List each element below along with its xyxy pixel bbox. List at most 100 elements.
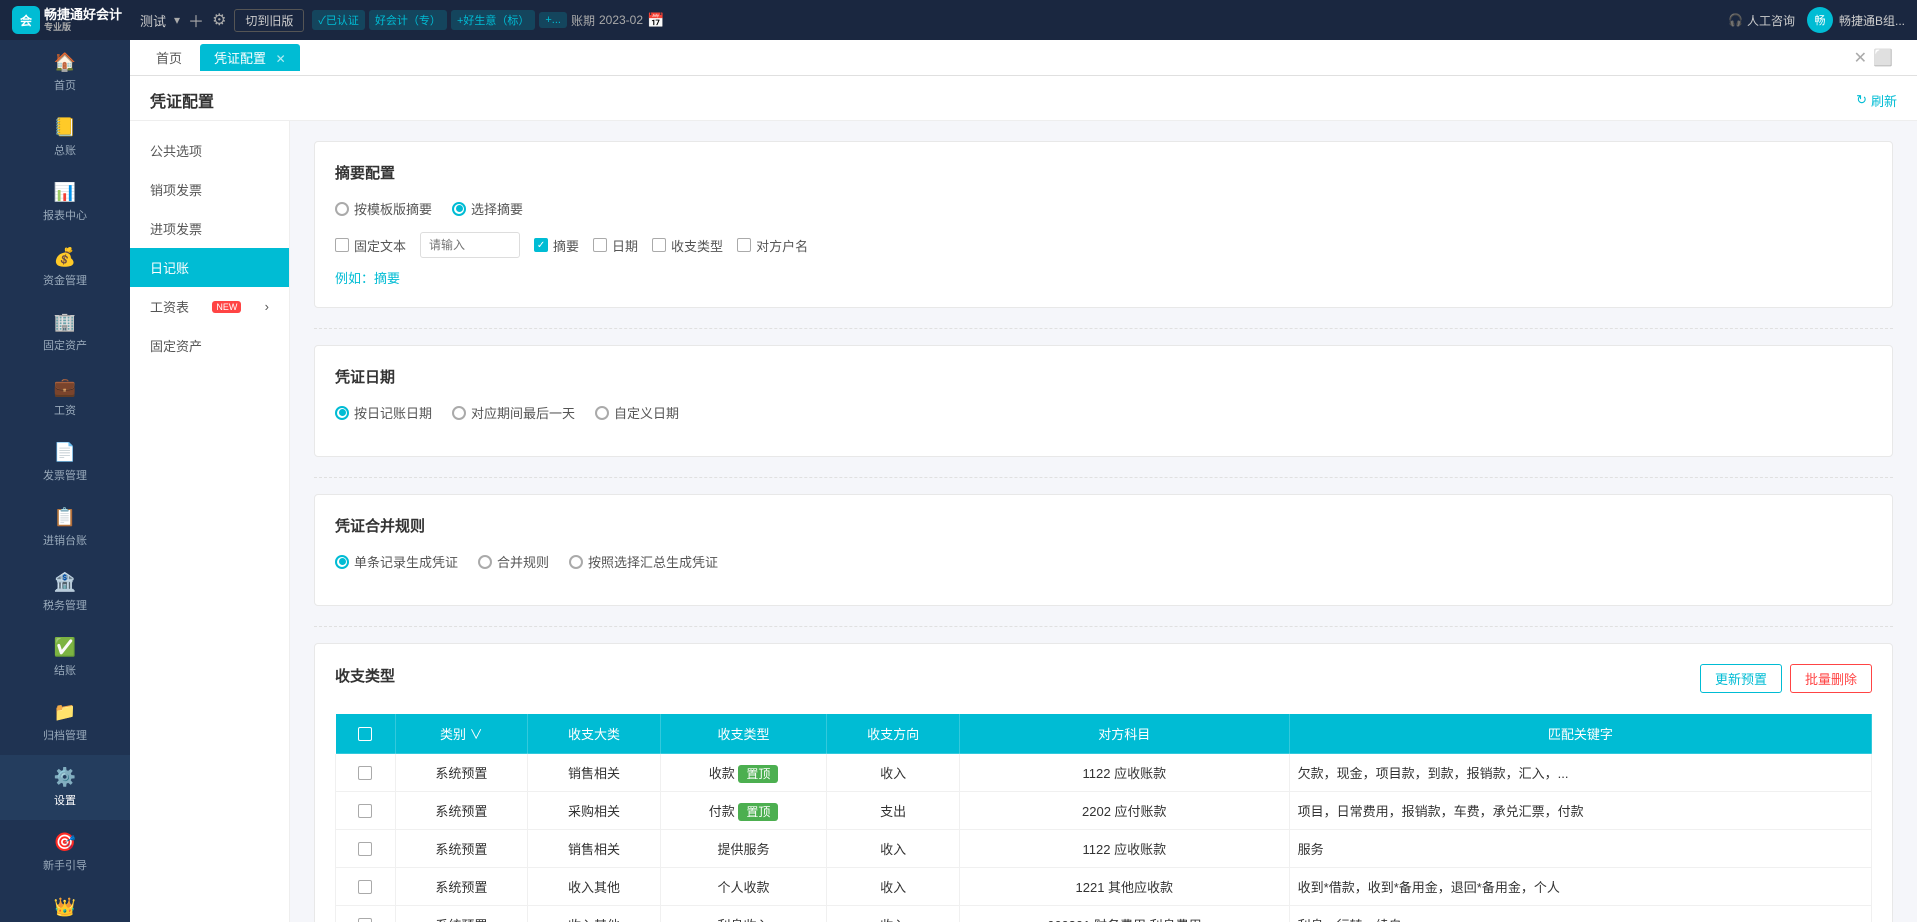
sidebar-item-archive[interactable]: 📁 归档管理 [0, 690, 130, 755]
dropdown-arrow-icon[interactable]: ▾ [174, 13, 180, 27]
sidebar-item-ledger[interactable]: 📒 总账 [0, 105, 130, 170]
row-category-1: 系统预置 [395, 792, 528, 830]
checkbox-fixed-text[interactable]: 固定文本 [335, 236, 406, 255]
row-category-2: 系统预置 [395, 830, 528, 868]
row-direction-2: 收入 [827, 830, 960, 868]
divider-1 [314, 328, 1893, 329]
row-checkbox-1[interactable] [358, 804, 372, 818]
summary-radio-select[interactable]: 选择摘要 [452, 199, 523, 218]
radio-summary-gen-label: 按照选择汇总生成凭证 [588, 552, 718, 571]
refresh-label: 刷新 [1871, 91, 1897, 110]
table-body: 系统预置 销售相关 收款 置顶 收入 1122 应收账款 欠款，现金，项目款，到… [336, 754, 1872, 922]
sidebar-item-member[interactable]: 👑 畅会员 [0, 885, 130, 922]
topbar-tags: ✓已认证 好会计（专） +好生意（标） +... 账期 2023-02 📅 [312, 10, 664, 30]
sidebar-item-settings[interactable]: ⚙️ 设置 [0, 755, 130, 820]
left-nav-sales-label: 销项发票 [150, 180, 202, 199]
radio-journal-dot [335, 406, 349, 420]
row-checkbox-cell [336, 868, 396, 906]
refresh-button[interactable]: ↻ 刷新 [1856, 91, 1897, 110]
voucher-date-section: 凭证日期 按日记账日期 对应期间最后一天 [314, 345, 1893, 457]
tab-voucher-config[interactable]: 凭证配置 ✕ [200, 44, 300, 71]
radio-summary-gen[interactable]: 按照选择汇总生成凭证 [569, 552, 718, 571]
settings-icon[interactable]: ⚙ [212, 10, 226, 30]
radio-period-last[interactable]: 对应期间最后一天 [452, 403, 575, 422]
left-nav-fixed-assets[interactable]: 固定资产 [130, 326, 289, 365]
left-nav-sales[interactable]: 销项发票 [130, 170, 289, 209]
row-counterpart-3: 1221 其他应收款 [959, 868, 1289, 906]
row-checkbox-4[interactable] [358, 918, 372, 922]
fixed-text-checkbox [335, 238, 349, 252]
income-expense-title: 收支类型 [335, 665, 395, 686]
checkbox-summary[interactable]: ✓ 摘要 [534, 236, 579, 255]
left-nav-public[interactable]: 公共选项 [130, 131, 289, 170]
checkbox-counterpart[interactable]: 对方户名 [737, 236, 808, 255]
tag-business: +好生意（标） [451, 10, 535, 30]
sidebar-item-reports[interactable]: 📊 报表中心 [0, 170, 130, 235]
left-nav-purchase-inv[interactable]: 进项发票 [130, 209, 289, 248]
sidebar-label-guide: 新手引导 [43, 857, 87, 873]
row-checkbox-3[interactable] [358, 880, 372, 894]
radio-custom-dot [595, 406, 609, 420]
sidebar-item-closing[interactable]: ✅ 结账 [0, 625, 130, 690]
divider-3 [314, 626, 1893, 627]
sidebar-item-purchase[interactable]: 📋 进销台账 [0, 495, 130, 560]
user-menu[interactable]: 畅 畅捷通B组... [1807, 7, 1905, 33]
type-checkbox [652, 238, 666, 252]
date-checkbox-label: 日期 [612, 236, 638, 255]
tag-override-1[interactable]: 置顶 [738, 803, 778, 821]
period-label: 账期 [571, 12, 595, 29]
radio-single[interactable]: 单条记录生成凭证 [335, 552, 458, 571]
row-direction-0: 收入 [827, 754, 960, 792]
th-keyword: 匹配关键字 [1289, 714, 1871, 754]
sidebar-item-salary[interactable]: 💼 工资 [0, 365, 130, 430]
left-nav-payroll-label: 工资表 [150, 297, 189, 316]
sidebar-item-home[interactable]: 🏠 首页 [0, 40, 130, 105]
plus-icon[interactable]: ＋ [188, 8, 204, 32]
fixed-text-input[interactable] [420, 232, 520, 258]
batch-delete-button[interactable]: 批量删除 [1790, 664, 1872, 693]
row-major-2: 销售相关 [528, 830, 661, 868]
guide-icon: 🎯 [54, 832, 76, 853]
sidebar-item-invoice[interactable]: 📄 发票管理 [0, 430, 130, 495]
maximize-window-icon[interactable]: ⬜ [1873, 48, 1893, 68]
tag-override-0[interactable]: 置顶 [738, 765, 778, 783]
consult-button[interactable]: 🎧 人工咨询 [1728, 12, 1795, 29]
summary-radio-template[interactable]: 按模板版摘要 [335, 199, 432, 218]
tab-close-icon[interactable]: ✕ [276, 52, 286, 66]
checkbox-type[interactable]: 收支类型 [652, 236, 723, 255]
archive-icon: 📁 [54, 702, 76, 723]
voucher-date-radio-group: 按日记账日期 对应期间最后一天 自定义日期 [335, 403, 1872, 422]
th-category[interactable]: 类别 ∨ [395, 714, 528, 754]
row-type-text-2: 提供服务 [718, 842, 770, 857]
checkbox-date[interactable]: 日期 [593, 236, 638, 255]
table-row: 系统预置 收入其他 利息收入 收入 660301 财务费用 利息费用 利息，行转… [336, 906, 1872, 922]
radio-merge[interactable]: 合并规则 [478, 552, 549, 571]
row-checkbox-0[interactable] [358, 766, 372, 780]
sidebar-item-funds[interactable]: 💰 资金管理 [0, 235, 130, 300]
close-window-icon[interactable]: ✕ [1854, 48, 1867, 68]
invoice-icon: 📄 [54, 442, 76, 463]
radio-journal-date[interactable]: 按日记账日期 [335, 403, 432, 422]
fixed-text-label: 固定文本 [354, 236, 406, 255]
left-nav-payroll[interactable]: 工资表 NEW › [130, 287, 289, 326]
sidebar-item-tax[interactable]: 🏦 税务管理 [0, 560, 130, 625]
update-preset-button[interactable]: 更新预置 [1700, 664, 1782, 693]
row-counterpart-0: 1122 应收账款 [959, 754, 1289, 792]
app-logo: 会 畅捷通好会计 专业版 [12, 6, 132, 34]
header-checkbox[interactable] [358, 727, 372, 741]
period-value: 2023-02 [599, 13, 643, 27]
left-nav-journal[interactable]: 日记账 [130, 248, 289, 287]
date-checkbox [593, 238, 607, 252]
sidebar-item-assets[interactable]: 🏢 固定资产 [0, 300, 130, 365]
row-checkbox-2[interactable] [358, 842, 372, 856]
sidebar-label-archive: 归档管理 [43, 727, 87, 743]
radio-custom-date[interactable]: 自定义日期 [595, 403, 679, 422]
sidebar-label-funds: 资金管理 [43, 272, 87, 288]
row-major-4: 收入其他 [528, 906, 661, 922]
logo-sub-text: 专业版 [44, 22, 122, 33]
calendar-icon[interactable]: 📅 [647, 12, 664, 29]
sidebar-item-guide[interactable]: 🎯 新手引导 [0, 820, 130, 885]
tag-more: +... [539, 12, 567, 28]
tab-home[interactable]: 首页 [142, 44, 196, 71]
switch-version-button[interactable]: 切到旧版 [234, 9, 304, 32]
